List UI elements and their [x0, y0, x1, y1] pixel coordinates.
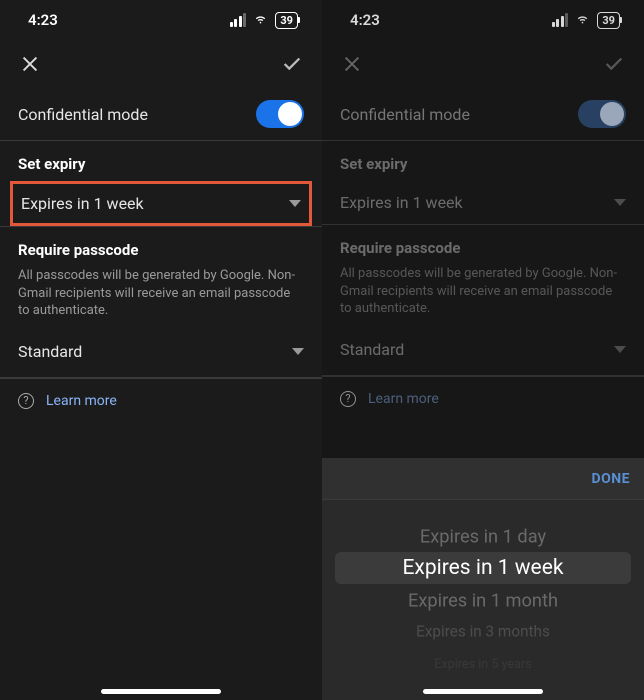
status-bar: 4:23 39: [0, 0, 322, 40]
expiry-value: Expires in 1 week: [340, 193, 463, 212]
learn-more-link[interactable]: Learn more: [46, 393, 117, 409]
status-bar: 4:23 39: [322, 0, 644, 40]
confidential-mode-label: Confidential mode: [340, 105, 470, 124]
confidential-mode-row: Confidential mode: [0, 88, 322, 141]
passcode-description: All passcodes will be generated by Googl…: [0, 267, 322, 330]
picker-option[interactable]: Expires in 1 day: [328, 521, 637, 552]
learn-more-row: ? Learn more: [322, 376, 644, 421]
set-expiry-header: Set expiry: [322, 141, 644, 181]
set-expiry-section: Set expiry Expires in 1 week: [322, 141, 644, 225]
confidential-mode-label: Confidential mode: [18, 105, 148, 124]
status-time: 4:23: [28, 11, 58, 29]
close-icon[interactable]: [340, 52, 364, 76]
confidential-mode-toggle[interactable]: [578, 100, 626, 128]
chevron-down-icon: [289, 200, 301, 207]
expiry-picker-sheet: DONE Expires in 1 day Expires in 1 week …: [322, 458, 644, 700]
wifi-icon: [252, 11, 269, 29]
passcode-dropdown[interactable]: Standard: [322, 328, 644, 371]
home-indicator[interactable]: [101, 689, 221, 694]
require-passcode-section: Require passcode All passcodes will be g…: [0, 227, 322, 378]
confidential-mode-toggle[interactable]: [256, 100, 304, 128]
screenshot-left: 4:23 39 Confidential mode Set expiry Exp…: [0, 0, 322, 700]
confidential-mode-row: Confidential mode: [322, 88, 644, 141]
status-right: 39: [230, 11, 298, 29]
screenshot-right: 4:23 39 Confidential mode: [322, 0, 644, 700]
home-indicator[interactable]: [423, 689, 543, 694]
confirm-check-icon[interactable]: [280, 52, 304, 76]
picker-option[interactable]: Expires in 1 month: [328, 585, 637, 616]
nav-bar: [0, 40, 322, 88]
nav-bar: [322, 40, 644, 88]
learn-more-link[interactable]: Learn more: [368, 391, 439, 407]
confirm-check-icon[interactable]: [602, 52, 626, 76]
require-passcode-header: Require passcode: [0, 227, 322, 267]
expiry-dropdown-highlighted[interactable]: Expires in 1 week: [10, 181, 312, 226]
close-icon[interactable]: [18, 52, 42, 76]
help-icon: ?: [340, 391, 356, 407]
wifi-icon: [574, 11, 591, 29]
picker-option-selected[interactable]: Expires in 1 week: [335, 552, 631, 584]
require-passcode-header: Require passcode: [322, 225, 644, 265]
chevron-down-icon: [614, 346, 626, 353]
passcode-description: All passcodes will be generated by Googl…: [322, 265, 644, 328]
cellular-icon: [230, 13, 247, 27]
cellular-icon: [552, 13, 569, 27]
set-expiry-header: Set expiry: [0, 141, 322, 181]
expiry-value: Expires in 1 week: [21, 194, 144, 213]
passcode-value: Standard: [340, 340, 404, 359]
expiry-picker[interactable]: Expires in 1 day Expires in 1 week Expir…: [322, 500, 644, 700]
passcode-value: Standard: [18, 342, 82, 361]
chevron-down-icon: [292, 348, 304, 355]
learn-more-row: ? Learn more: [0, 378, 322, 423]
require-passcode-section: Require passcode All passcodes will be g…: [322, 225, 644, 376]
battery-icon: 39: [597, 12, 620, 29]
picker-option[interactable]: Expires in 5 years: [348, 651, 618, 678]
help-icon: ?: [18, 393, 34, 409]
set-expiry-section: Set expiry Expires in 1 week: [0, 141, 322, 227]
done-button[interactable]: DONE: [591, 471, 630, 487]
picker-option[interactable]: Expires in 3 months: [338, 618, 628, 647]
expiry-dropdown[interactable]: Expires in 1 week: [322, 181, 644, 224]
passcode-dropdown[interactable]: Standard: [0, 330, 322, 373]
picker-toolbar: DONE: [322, 458, 644, 500]
chevron-down-icon: [614, 199, 626, 206]
status-time: 4:23: [350, 11, 380, 29]
battery-icon: 39: [275, 12, 298, 29]
status-right: 39: [552, 11, 620, 29]
